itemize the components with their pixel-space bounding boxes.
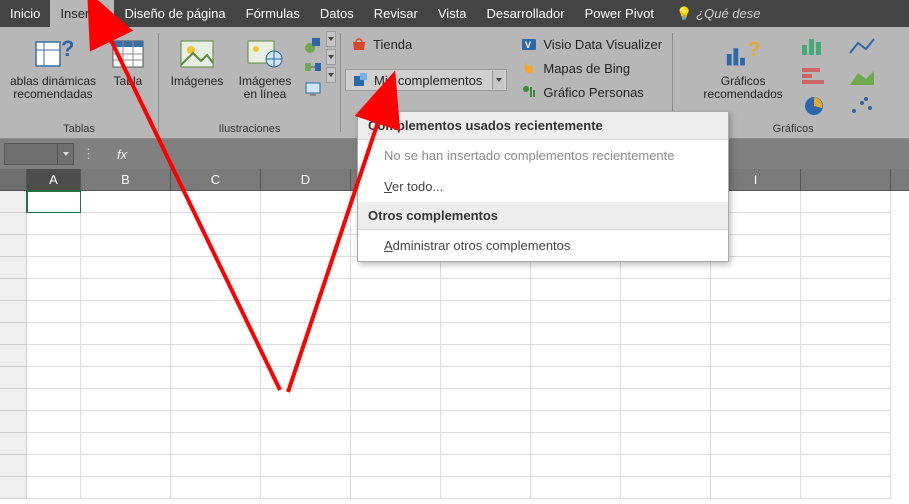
chart-line-button[interactable] [843, 33, 883, 59]
name-box[interactable] [4, 143, 58, 165]
people-graph-label: Gráfico Personas [543, 85, 643, 100]
svg-text:?: ? [61, 36, 73, 61]
online-images-label: Imágenes en línea [239, 75, 292, 101]
tab-desarrollador[interactable]: Desarrollador [477, 0, 575, 27]
dropdown-see-all[interactable]: Ver todo... [358, 171, 728, 202]
pivot-table-question-icon: ? [33, 35, 73, 73]
smartart-button[interactable] [303, 57, 323, 77]
tab-formulas[interactable]: Fórmulas [236, 0, 310, 27]
table-button[interactable]: Tabla [102, 31, 154, 88]
images-label: Imágenes [171, 75, 224, 88]
tab-power-pivot[interactable]: Power Pivot [575, 0, 664, 27]
people-graph-button[interactable]: Gráfico Personas [515, 81, 668, 103]
recommended-charts-label: Gráficos recomendados [703, 75, 782, 101]
dropdown-section-recent: Complementos usados recientemente [358, 112, 728, 140]
recommended-charts-button[interactable]: ? Gráficos recomendados [695, 31, 791, 101]
fx-icon[interactable]: fx [117, 147, 127, 162]
tab-insertar[interactable]: Insertar [50, 0, 114, 27]
my-addins-dropdown-menu: Complementos usados recientemente No se … [357, 111, 729, 262]
screenshot-dropdown[interactable] [326, 67, 336, 83]
shapes-button[interactable] [303, 35, 323, 55]
select-all-corner[interactable] [0, 169, 27, 190]
tell-me-search[interactable]: 💡 ¿Qué dese [670, 0, 767, 27]
col-header-J[interactable] [801, 169, 891, 190]
shapes-smartart-stack [303, 31, 323, 99]
group-tablas-label: Tablas [63, 122, 95, 137]
recommended-pivot-tables-label: ablas dinámicas recomendadas [10, 75, 96, 101]
tab-revisar[interactable]: Revisar [364, 0, 428, 27]
group-tablas: ? ablas dinámicas recomendadas Tabla Tab… [0, 27, 158, 138]
bing-maps-button[interactable]: Mapas de Bing [515, 57, 668, 79]
bing-label: Mapas de Bing [543, 61, 630, 76]
chart-column-button[interactable] [795, 33, 835, 59]
visio-visualizer-button[interactable]: V Visio Data Visualizer [515, 33, 668, 55]
col-header-A[interactable]: A [27, 169, 81, 190]
chart-type-grid [795, 31, 891, 119]
tab-diseno-de-pagina[interactable]: Diseño de página [114, 0, 235, 27]
table-label: Tabla [114, 75, 143, 88]
active-cell [27, 191, 81, 213]
smartart-dropdown[interactable] [326, 49, 336, 65]
dropdown-no-recent: No se han insertado complementos recient… [358, 140, 728, 171]
tell-me-placeholder: ¿Qué dese [696, 6, 760, 21]
col-header-C[interactable]: C [171, 169, 261, 190]
store-label: Tienda [373, 37, 412, 52]
dropdown-manage-addins[interactable]: Administrar otros complementos [358, 230, 728, 261]
table-icon [108, 35, 148, 73]
online-images-button[interactable]: Imágenes en línea [231, 31, 299, 101]
svg-text:V: V [525, 40, 531, 50]
group-ilustraciones: Imágenes Imágenes en línea [159, 27, 340, 138]
my-addins-dropdown-caret[interactable] [492, 71, 504, 89]
col-header-B[interactable]: B [81, 169, 171, 190]
images-button[interactable]: Imágenes [163, 31, 231, 88]
group-graficos-label: Gráficos [773, 122, 814, 137]
picture-icon [177, 35, 217, 73]
visio-icon: V [521, 36, 537, 52]
group-ilustraciones-label: Ilustraciones [219, 122, 281, 137]
online-picture-icon [245, 35, 285, 73]
name-box-dropdown[interactable] [58, 143, 74, 165]
charts-question-icon: ? [723, 35, 763, 73]
lightbulb-icon: 💡 [676, 6, 692, 22]
my-addins-label: Mis complementos [374, 73, 482, 88]
tab-inicio[interactable]: Inicio [0, 0, 50, 27]
ribbon-tabstrip: Inicio Insertar Diseño de página Fórmula… [0, 0, 909, 27]
store-button[interactable]: Tienda [345, 33, 507, 55]
chart-scatter-button[interactable] [843, 93, 883, 119]
shapes-dropdown[interactable] [326, 31, 336, 47]
col-header-D[interactable]: D [261, 169, 351, 190]
visio-label: Visio Data Visualizer [543, 37, 662, 52]
tab-datos[interactable]: Datos [310, 0, 364, 27]
tab-vista[interactable]: Vista [428, 0, 477, 27]
dropdown-section-other: Otros complementos [358, 202, 728, 230]
bing-icon [521, 60, 537, 76]
svg-text:?: ? [748, 38, 761, 61]
addins-icon [352, 72, 368, 88]
screenshot-button[interactable] [303, 79, 323, 99]
recommended-pivot-tables-button[interactable]: ? ablas dinámicas recomendadas [4, 31, 102, 101]
my-addins-button[interactable]: Mis complementos [345, 69, 507, 91]
chart-bar-button[interactable] [795, 63, 835, 89]
chart-pie-button[interactable] [795, 93, 835, 119]
people-graph-icon [521, 84, 537, 100]
store-icon [351, 36, 367, 52]
chart-area-button[interactable] [843, 63, 883, 89]
